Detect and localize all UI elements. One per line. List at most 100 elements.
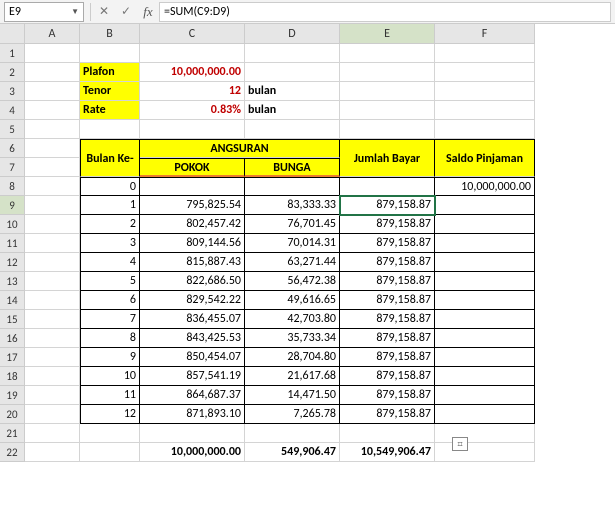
- row-header[interactable]: 20: [0, 405, 25, 424]
- row-header[interactable]: 16: [0, 329, 25, 348]
- cell[interactable]: 879,158.87: [340, 367, 435, 386]
- cell[interactable]: [25, 253, 80, 272]
- row-header[interactable]: 9: [0, 196, 25, 215]
- row-header[interactable]: 2: [0, 63, 25, 82]
- cell[interactable]: 879,158.87: [340, 253, 435, 272]
- row-header[interactable]: 3: [0, 82, 25, 101]
- cell[interactable]: 822,686.50: [140, 272, 245, 291]
- cell[interactable]: 70,014.31: [245, 234, 340, 253]
- cell[interactable]: 850,454.07: [140, 348, 245, 367]
- cell[interactable]: [435, 443, 535, 462]
- cell[interactable]: [435, 120, 535, 139]
- cell[interactable]: 809,144.56: [140, 234, 245, 253]
- cell[interactable]: 0: [80, 177, 140, 196]
- hdr-pokok[interactable]: POKOK: [140, 158, 245, 177]
- cell[interactable]: [25, 272, 80, 291]
- cell[interactable]: 49,616.65: [245, 291, 340, 310]
- row-header[interactable]: 14: [0, 291, 25, 310]
- cell[interactable]: [25, 82, 80, 101]
- cell[interactable]: [25, 443, 80, 462]
- cell[interactable]: 2: [80, 215, 140, 234]
- cell[interactable]: 857,541.19: [140, 367, 245, 386]
- row-header[interactable]: 13: [0, 272, 25, 291]
- cell[interactable]: 879,158.87: [340, 405, 435, 424]
- cell[interactable]: [435, 196, 535, 215]
- cell[interactable]: 864,687.37: [140, 386, 245, 405]
- col-header-A[interactable]: A: [25, 24, 80, 44]
- cell-saldo-awal[interactable]: 10,000,000.00: [435, 177, 535, 196]
- cell[interactable]: [340, 63, 435, 82]
- cell[interactable]: [435, 253, 535, 272]
- cell[interactable]: [245, 424, 340, 443]
- cell[interactable]: 12: [80, 405, 140, 424]
- row-header[interactable]: 1: [0, 44, 25, 63]
- cell[interactable]: [25, 139, 80, 158]
- hdr-bulan-ke[interactable]: Bulan Ke-: [80, 139, 140, 177]
- row-header[interactable]: 10: [0, 215, 25, 234]
- cell[interactable]: 4: [80, 253, 140, 272]
- fx-icon[interactable]: fx: [137, 2, 159, 22]
- row-header[interactable]: 18: [0, 367, 25, 386]
- row-header[interactable]: 22: [0, 443, 25, 462]
- cell[interactable]: [25, 120, 80, 139]
- cell[interactable]: [25, 234, 80, 253]
- cell-val-rate[interactable]: 0.83%: [140, 101, 245, 120]
- cell[interactable]: [340, 82, 435, 101]
- formula-input[interactable]: =SUM(C9:D9): [159, 2, 611, 22]
- col-header-B[interactable]: B: [80, 24, 140, 44]
- cell[interactable]: [340, 120, 435, 139]
- cell[interactable]: [435, 405, 535, 424]
- cell[interactable]: [340, 177, 435, 196]
- cell[interactable]: [80, 120, 140, 139]
- cell-val-plafon[interactable]: 10,000,000.00: [140, 63, 245, 82]
- row-header[interactable]: 17: [0, 348, 25, 367]
- cell[interactable]: [25, 63, 80, 82]
- smart-tag-icon[interactable]: ⌗: [452, 437, 468, 451]
- cell[interactable]: [140, 424, 245, 443]
- cell[interactable]: [25, 367, 80, 386]
- cell-label-plafon[interactable]: Plafon: [80, 63, 140, 82]
- cell[interactable]: [25, 405, 80, 424]
- cell[interactable]: 21,617.68: [245, 367, 340, 386]
- cell[interactable]: 83,333.33: [245, 196, 340, 215]
- cell[interactable]: [140, 120, 245, 139]
- cell[interactable]: [435, 63, 535, 82]
- cell[interactable]: [140, 177, 245, 196]
- row-header[interactable]: 11: [0, 234, 25, 253]
- cell-unit-rate[interactable]: bulan: [245, 101, 340, 120]
- cell[interactable]: [80, 44, 140, 63]
- cancel-icon[interactable]: ✕: [93, 2, 115, 22]
- cell[interactable]: 8: [80, 329, 140, 348]
- cell[interactable]: 7,265.78: [245, 405, 340, 424]
- cell[interactable]: [435, 386, 535, 405]
- cell[interactable]: 879,158.87: [340, 310, 435, 329]
- row-header[interactable]: 7: [0, 158, 25, 177]
- cell[interactable]: 802,457.42: [140, 215, 245, 234]
- active-cell[interactable]: 879,158.87: [340, 196, 435, 215]
- cell[interactable]: [140, 44, 245, 63]
- cell[interactable]: [25, 44, 80, 63]
- cell[interactable]: 3: [80, 234, 140, 253]
- cell[interactable]: 10: [80, 367, 140, 386]
- cell[interactable]: [25, 329, 80, 348]
- cell[interactable]: [25, 101, 80, 120]
- cell[interactable]: 11: [80, 386, 140, 405]
- cell[interactable]: 879,158.87: [340, 291, 435, 310]
- cell[interactable]: [435, 44, 535, 63]
- cell[interactable]: 28,704.80: [245, 348, 340, 367]
- cell[interactable]: [25, 424, 80, 443]
- cell[interactable]: 879,158.87: [340, 348, 435, 367]
- cell[interactable]: 7: [80, 310, 140, 329]
- cell-unit-tenor[interactable]: bulan: [245, 82, 340, 101]
- cell-label-tenor[interactable]: Tenor: [80, 82, 140, 101]
- cell[interactable]: [435, 272, 535, 291]
- cell[interactable]: [435, 367, 535, 386]
- row-header[interactable]: 4: [0, 101, 25, 120]
- cell[interactable]: 879,158.87: [340, 272, 435, 291]
- total-jumlah[interactable]: 10,549,906.47: [340, 443, 435, 462]
- cell[interactable]: 56,472.38: [245, 272, 340, 291]
- cell[interactable]: [25, 348, 80, 367]
- cell[interactable]: 871,893.10: [140, 405, 245, 424]
- cell[interactable]: [25, 215, 80, 234]
- total-pokok[interactable]: 10,000,000.00: [140, 443, 245, 462]
